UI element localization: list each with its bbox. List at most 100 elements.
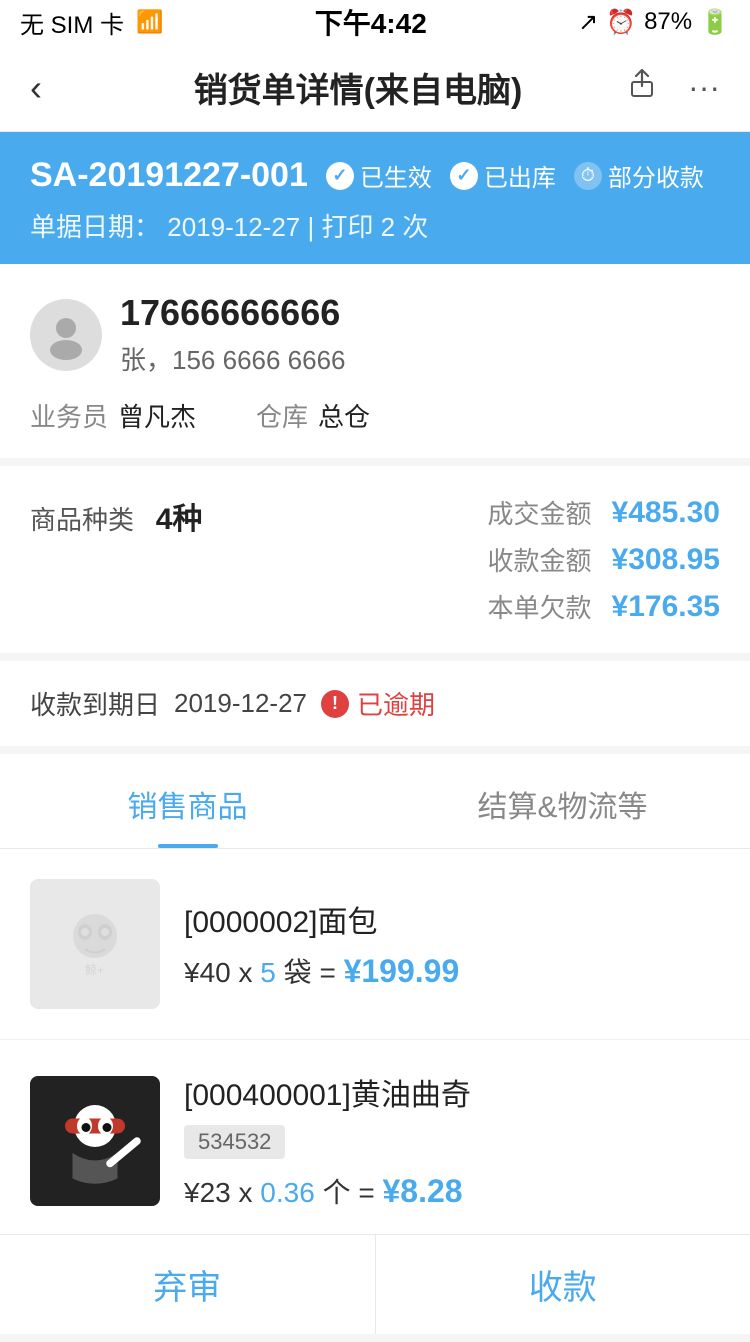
debt-label: 本单欠款 [488,588,592,625]
customer-phone: 17666666666 [120,292,346,334]
product-item-2: [000400001]黄油曲奇 534532 ¥23 x 0.36 个 = ¥8… [0,1040,750,1242]
clock-icon: ⏱ [574,162,602,190]
customer-meta: 业务员 曾凡杰 仓库 总仓 [30,397,720,434]
check-effective-icon: ✓ [326,162,354,190]
salesperson-value: 曾凡杰 [118,397,196,434]
order-date-row: 单据日期： 2019-12-27 | 打印 2 次 [30,207,720,244]
product-image-1: 鲸+ [30,879,160,1009]
status-shipped: ✓ 已出库 [450,158,556,193]
reject-button[interactable]: 弃审 [0,1235,376,1334]
overdue-text: 已逾期 [357,685,435,722]
battery-label: 87% [644,8,692,36]
status-effective: ✓ 已生效 [326,158,432,193]
status-right: ↗ ⏰ 87% 🔋 [578,8,730,37]
warehouse-value: 总仓 [318,397,370,434]
order-header: SA-20191227-001 ✓ 已生效 ✓ 已出库 ⏱ 部分收款 单据日期：… [0,132,750,264]
product-qty-1: 5 [260,957,276,988]
received-label: 收款金额 [488,541,592,578]
product-price-1: ¥40 x 5 袋 = ¥199.99 [184,951,720,991]
alarm-icon: ⏰ [606,8,636,37]
status-left: 无 SIM 卡 📶 [20,5,163,40]
due-label: 收款到期日 [30,685,160,722]
status-partial-payment: ⏱ 部分收款 [574,158,704,193]
product-item: 鲸+ [0000002]面包 ¥40 x 5 袋 = ¥199.99 [0,849,750,1040]
product-price-base-2: ¥23 [184,1177,231,1208]
product-image-2 [30,1076,160,1206]
print-info: | 打印 2 次 [307,212,428,242]
nav-bar: ‹ 销货单详情(来自电脑) ··· [0,44,750,132]
more-button[interactable]: ··· [688,69,720,106]
product-total-1: ¥199.99 [344,953,460,989]
customer-name-phone: 张，156 6666 6666 [120,340,346,377]
due-date: 2019-12-27 [174,688,307,719]
summary-right: 成交金额 ¥485.30 收款金额 ¥308.95 本单欠款 ¥176.35 [488,494,720,625]
product-price-base-1: ¥40 [184,957,231,988]
shipped-label: 已出库 [484,158,556,193]
summary-left: 商品种类 4种 [30,494,202,538]
wifi-icon: 📶 [136,9,163,35]
product-type-count: 4种 [156,503,203,536]
product-multiply-1: x [239,957,261,988]
product-total-2: ¥8.28 [383,1173,463,1209]
product-price-2: ¥23 x 0.36 个 = ¥8.28 [184,1171,720,1211]
order-id: SA-20191227-001 [30,156,308,195]
product-equals-1: = [319,957,343,988]
tab-sales-products[interactable]: 销售商品 [0,754,375,848]
due-section: 收款到期日 2019-12-27 ! 已逾期 [0,661,750,754]
check-shipped-icon: ✓ [450,162,478,190]
svg-text:鲸+: 鲸+ [85,962,104,977]
summary-section: 商品种类 4种 成交金额 ¥485.30 收款金额 ¥308.95 本单欠款 ¥… [0,466,750,661]
debt-value: ¥176.35 [612,590,720,624]
tab-sales-products-label: 销售商品 [128,791,248,824]
product-type-label: 商品种类 [30,505,134,535]
location-icon: ↗ [578,8,598,37]
product-unit-1: 袋 [284,957,312,988]
salesperson-label: 业务员 [30,397,108,434]
product-name-1: [0000002]面包 [184,897,720,941]
collect-payment-button[interactable]: 收款 [376,1235,750,1334]
status-bar: 无 SIM 卡 📶 下午4:42 ↗ ⏰ 87% 🔋 [0,0,750,44]
order-id-row: SA-20191227-001 ✓ 已生效 ✓ 已出库 ⏱ 部分收款 [30,156,720,195]
salesperson-item: 业务员 曾凡杰 [30,397,196,434]
product-multiply-2: x [239,1177,261,1208]
product-unit-2: 个 [323,1177,351,1208]
overdue-icon: ! [321,690,349,718]
tabs-section: 销售商品 结算&物流等 [0,754,750,849]
carrier-label: 无 SIM 卡 [20,5,124,40]
customer-row: 17666666666 张，156 6666 6666 [30,292,720,377]
product-info-1: [0000002]面包 ¥40 x 5 袋 = ¥199.99 [184,897,720,991]
product-sku-2: 534532 [184,1125,285,1159]
received-value: ¥308.95 [612,543,720,577]
back-button[interactable]: ‹ [30,67,90,109]
effective-label: 已生效 [360,158,432,193]
product-qty-2: 0.36 [260,1177,315,1208]
customer-info: 17666666666 张，156 6666 6666 [120,292,346,377]
avatar [30,299,102,371]
order-date: 2019-12-27 [167,212,300,242]
debt-row: 本单欠款 ¥176.35 [488,588,720,625]
product-info-2: [000400001]黄油曲奇 534532 ¥23 x 0.36 个 = ¥8… [184,1070,720,1211]
product-name-2: [000400001]黄油曲奇 [184,1070,720,1114]
amount-label: 成交金额 [488,494,592,531]
warehouse-item: 仓库 总仓 [256,397,370,434]
partial-payment-label: 部分收款 [608,158,704,193]
summary-grid: 商品种类 4种 成交金额 ¥485.30 收款金额 ¥308.95 本单欠款 ¥… [30,494,720,625]
date-label: 单据日期： [30,212,160,242]
product-type-row: 商品种类 4种 [30,494,202,538]
nav-actions: ··· [626,68,720,108]
amount-value: ¥485.30 [612,496,720,530]
tab-settlement[interactable]: 结算&物流等 [375,754,750,848]
products-section: 鲸+ [0000002]面包 ¥40 x 5 袋 = ¥199.99 [0,849,750,1242]
status-time: 下午4:42 [315,2,427,42]
overdue-badge: ! 已逾期 [321,685,435,722]
tab-settlement-label: 结算&物流等 [477,791,647,824]
share-button[interactable] [626,68,658,108]
customer-section: 17666666666 张，156 6666 6666 业务员 曾凡杰 仓库 总… [0,264,750,466]
amount-row: 成交金额 ¥485.30 [488,494,720,531]
received-row: 收款金额 ¥308.95 [488,541,720,578]
bottom-bar: 弃审 收款 [0,1234,750,1334]
battery-icon: 🔋 [700,8,730,37]
product-equals-2: = [358,1177,382,1208]
warehouse-label: 仓库 [256,397,308,434]
page-title: 销货单详情(来自电脑) [194,63,523,112]
